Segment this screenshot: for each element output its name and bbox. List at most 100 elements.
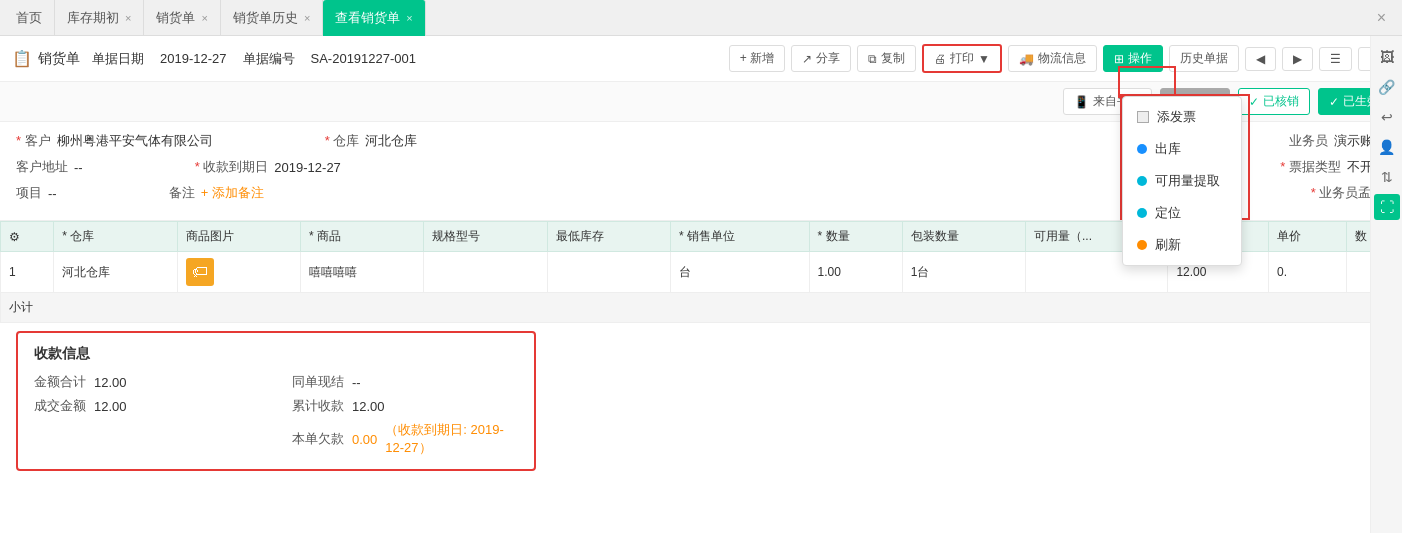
copy-button[interactable]: ⧉ 复制 (857, 45, 916, 72)
sidebar-icon-sort[interactable]: ⇅ (1374, 164, 1400, 190)
add-note-button[interactable]: + 添加备注 (201, 184, 264, 202)
cell-spec (424, 252, 547, 293)
tab-sales-label: 销货单 (156, 9, 195, 27)
operation-icon: ⊞ (1114, 52, 1124, 66)
dropdown-refresh-label: 刷新 (1155, 236, 1181, 254)
doc-title-text: 销货单 (38, 50, 80, 68)
outbound-dot (1137, 144, 1147, 154)
address-field: 客户地址 -- (16, 158, 83, 176)
payment-total-label: 金额合计 (34, 373, 86, 391)
logistics-label: 物流信息 (1038, 50, 1086, 67)
doc-header: 📋 销货单 单据日期 2019-12-27 单据编号 SA-20191227-0… (0, 36, 1402, 82)
tab-home[interactable]: 首页 (8, 0, 55, 36)
address-value: -- (74, 160, 83, 175)
tab-sales-close[interactable]: × (201, 12, 207, 24)
payment-same-order-value: -- (352, 375, 361, 390)
effective-icon: ✓ (1329, 95, 1339, 109)
dropdown-item-refresh[interactable]: 刷新 (1123, 229, 1241, 261)
sidebar-icon-link[interactable]: 🔗 (1374, 74, 1400, 100)
check-button[interactable]: ✓ 已核销 (1238, 88, 1310, 115)
tab-view-sales-label: 查看销货单 (335, 9, 400, 27)
cell-unit: 台 (671, 252, 810, 293)
tab-inventory-label: 库存期初 (67, 9, 119, 27)
tab-bar: 首页 库存期初 × 销货单 × 销货单历史 × 查看销货单 × × (0, 0, 1402, 36)
available-dot (1137, 176, 1147, 186)
col-min-stock: 最低库存 (547, 222, 670, 252)
new-button[interactable]: + 新增 (729, 45, 785, 72)
payment-owed-label: 本单欠款 (292, 430, 344, 448)
history-button[interactable]: 历史单据 (1169, 45, 1239, 72)
share-icon: ↗ (802, 52, 812, 66)
doc-icon: 📋 (12, 49, 32, 68)
print-dropdown-icon: ▼ (978, 52, 990, 66)
tab-home-label: 首页 (16, 9, 42, 27)
next-button[interactable]: ▶ (1282, 47, 1313, 71)
subtotal-row: 小计 (1, 293, 1402, 323)
col-pack-qty: 包装数量 (902, 222, 1025, 252)
col-warehouse: * 仓库 (54, 222, 177, 252)
tab-sales-history-close[interactable]: × (304, 12, 310, 24)
tab-sales[interactable]: 销货单 × (144, 0, 220, 36)
doc-date-label: 单据日期 (92, 50, 144, 68)
col-spec: 规格型号 (424, 222, 547, 252)
cell-warehouse: 河北仓库 (54, 252, 177, 293)
payment-same-order-label: 同单现结 (292, 373, 344, 391)
payment-deal-row: 成交金额 12.00 (34, 397, 260, 415)
payment-section: 收款信息 金额合计 12.00 同单现结 -- 成交金额 12.00 累计收款 … (16, 331, 536, 471)
customer-label: 客户 (16, 132, 51, 150)
operation-dropdown: 添发票 出库 可用量提取 定位 刷新 (1122, 96, 1242, 266)
tab-inventory[interactable]: 库存期初 × (55, 0, 144, 36)
payment-deal-value: 12.00 (94, 399, 127, 414)
prev-button[interactable]: ◀ (1245, 47, 1276, 71)
payment-grid: 金额合计 12.00 同单现结 -- 成交金额 12.00 累计收款 12.00… (34, 373, 518, 457)
payment-accumulated-value: 12.00 (352, 399, 385, 414)
warehouse-label: 仓库 (325, 132, 360, 150)
tab-view-sales-close[interactable]: × (406, 12, 412, 24)
phone-icon: 📱 (1074, 95, 1089, 109)
copy-label: 复制 (881, 50, 905, 67)
operation-button[interactable]: ⊞ 操作 (1103, 45, 1163, 72)
cell-index: 1 (1, 252, 54, 293)
warehouse-field: 仓库 河北仓库 (325, 132, 418, 150)
logistics-icon: 🚚 (1019, 52, 1034, 66)
col-price: 单价 (1269, 222, 1347, 252)
copy-icon: ⧉ (868, 52, 877, 66)
payment-total-row: 金额合计 12.00 (34, 373, 260, 391)
warehouse-value: 河北仓库 (365, 132, 417, 150)
project-field: 项目 -- (16, 184, 57, 202)
col-settings[interactable]: ⚙ (1, 222, 54, 252)
note-label: 备注 (169, 184, 195, 202)
sidebar-icon-back[interactable]: ↩ (1374, 104, 1400, 130)
customer-field: 客户 柳州粤港平安气体有限公司 (16, 132, 213, 150)
ticket-type-label: 票据类型 (1280, 158, 1341, 176)
dropdown-item-locate[interactable]: 定位 (1123, 197, 1241, 229)
dropdown-item-available[interactable]: 可用量提取 (1123, 165, 1241, 197)
sidebar-icon-expand[interactable]: ⛶ (1374, 194, 1400, 220)
share-label: 分享 (816, 50, 840, 67)
print-label: 打印 (950, 50, 974, 67)
tab-sales-history[interactable]: 销货单历史 × (221, 0, 323, 36)
doc-number-value: SA-20191227-001 (311, 51, 417, 66)
history-label: 历史单据 (1180, 50, 1228, 67)
print-button[interactable]: 🖨 打印 ▼ (922, 44, 1002, 73)
locate-dot (1137, 208, 1147, 218)
toolbar: + 新增 ↗ 分享 ⧉ 复制 🖨 打印 ▼ 🚚 物流信息 ⊞ 操作 (729, 44, 1390, 73)
dropdown-item-invoice[interactable]: 添发票 (1123, 101, 1241, 133)
invoice-icon (1137, 111, 1149, 123)
dropdown-item-outbound[interactable]: 出库 (1123, 133, 1241, 165)
address-label: 客户地址 (16, 158, 68, 176)
window-close-btn[interactable]: × (1369, 9, 1394, 27)
logistics-button[interactable]: 🚚 物流信息 (1008, 45, 1097, 72)
sidebar-icon-user[interactable]: 👤 (1374, 134, 1400, 160)
tab-view-sales[interactable]: 查看销货单 × (323, 0, 425, 36)
cell-image: 🏷 (177, 252, 300, 293)
dropdown-invoice-label: 添发票 (1157, 108, 1196, 126)
tab-inventory-close[interactable]: × (125, 12, 131, 24)
share-button[interactable]: ↗ 分享 (791, 45, 851, 72)
tab-sales-history-label: 销货单历史 (233, 9, 298, 27)
sidebar-icon-image[interactable]: 🖼 (1374, 44, 1400, 70)
doc-date-value: 2019-12-27 (160, 51, 227, 66)
payment-accumulated-label: 累计收款 (292, 397, 344, 415)
note-field: 备注 + 添加备注 (169, 184, 264, 202)
view-toggle-list[interactable]: ☰ (1319, 47, 1352, 71)
